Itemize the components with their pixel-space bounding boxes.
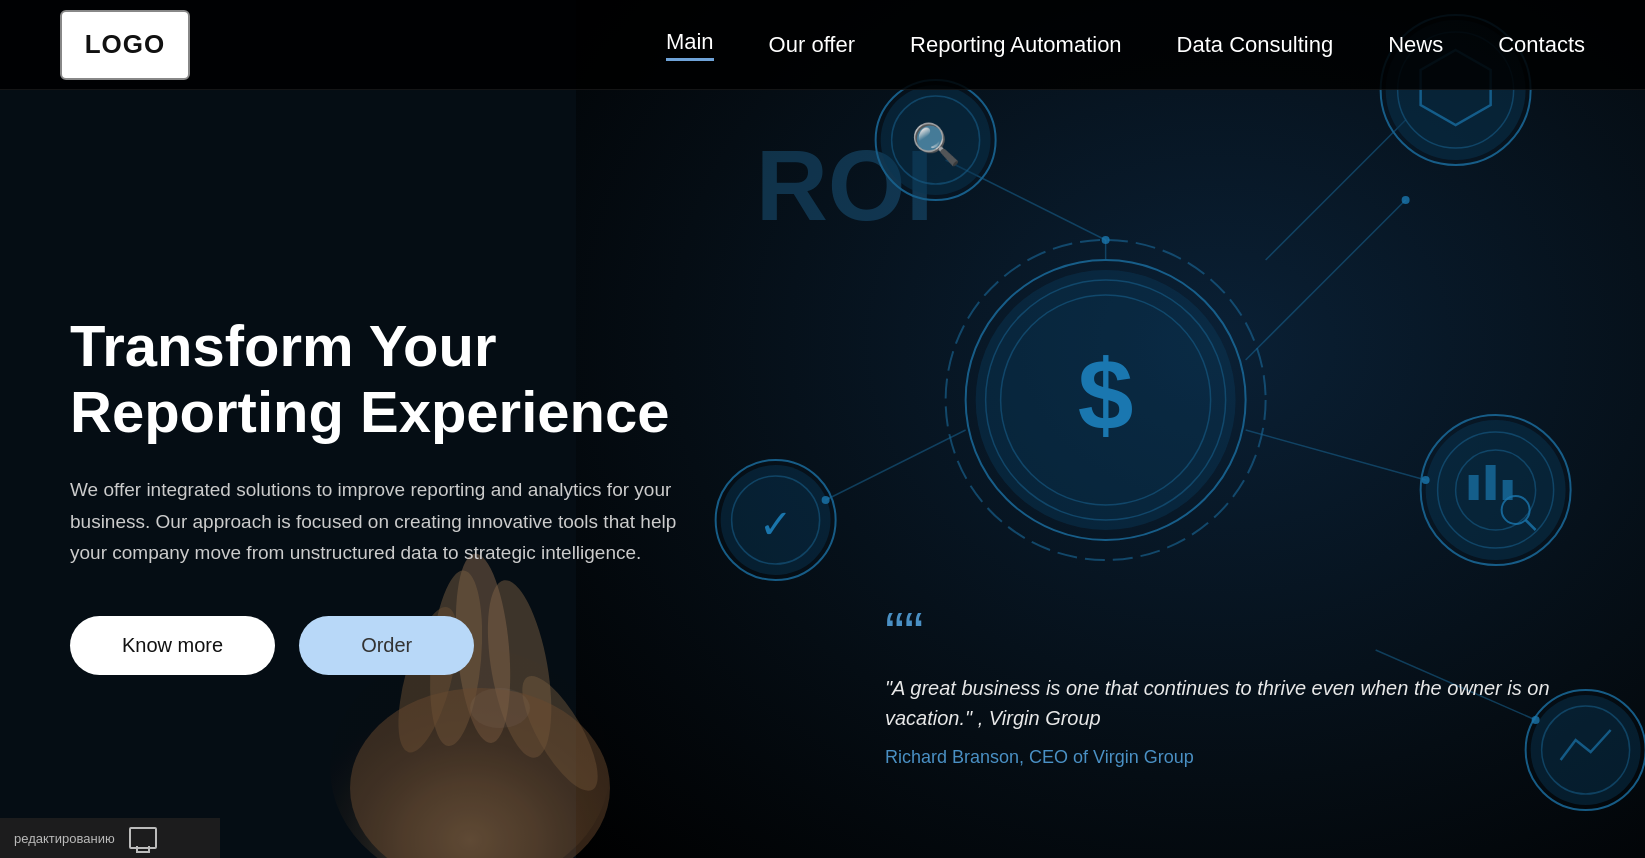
nav-item-data-consulting[interactable]: Data Consulting (1177, 32, 1334, 58)
nav-item-reporting-automation[interactable]: Reporting Automation (910, 32, 1122, 58)
svg-line-22 (1245, 430, 1425, 480)
order-button[interactable]: Order (299, 616, 474, 675)
svg-line-12 (1265, 120, 1405, 260)
svg-point-40 (821, 496, 829, 504)
svg-point-39 (1401, 196, 1409, 204)
hero-content: Transform Your Reporting Experience We o… (0, 223, 700, 675)
monitor-icon (129, 827, 157, 849)
main-nav: Main Our offer Reporting Automation Data… (666, 29, 1585, 61)
hero-section: ROI $ 🔍 ✓ (0, 0, 1645, 858)
bottom-bar-text: редактированию (14, 831, 115, 846)
quote-author: Richard Branson, CEO of Virgin Group (885, 747, 1585, 768)
svg-text:✓: ✓ (758, 502, 792, 546)
hero-description: We offer integrated solutions to improve… (70, 474, 690, 568)
hero-title: Transform Your Reporting Experience (70, 313, 700, 446)
svg-text:🔍: 🔍 (910, 120, 960, 168)
know-more-button[interactable]: Know more (70, 616, 275, 675)
quote-marks: ““ (885, 616, 1585, 651)
svg-line-37 (1245, 200, 1405, 360)
svg-rect-27 (1485, 465, 1495, 500)
bottom-editor-bar: редактированию (0, 818, 220, 858)
svg-point-38 (1101, 236, 1109, 244)
nav-item-contacts[interactable]: Contacts (1498, 32, 1585, 58)
svg-point-50 (470, 688, 530, 728)
site-header: LOGO Main Our offer Reporting Automation… (0, 0, 1645, 90)
svg-line-17 (825, 430, 965, 500)
nav-item-our-offer[interactable]: Our offer (769, 32, 855, 58)
hero-buttons: Know more Order (70, 616, 700, 675)
quote-block: ““ "A great business is one that continu… (885, 616, 1585, 768)
svg-point-41 (1421, 476, 1429, 484)
quote-text: "A great business is one that continues … (885, 673, 1585, 733)
logo: LOGO (60, 10, 190, 80)
svg-text:$: $ (1078, 339, 1134, 451)
nav-item-news[interactable]: News (1388, 32, 1443, 58)
nav-item-main[interactable]: Main (666, 29, 714, 61)
svg-rect-26 (1468, 475, 1478, 500)
